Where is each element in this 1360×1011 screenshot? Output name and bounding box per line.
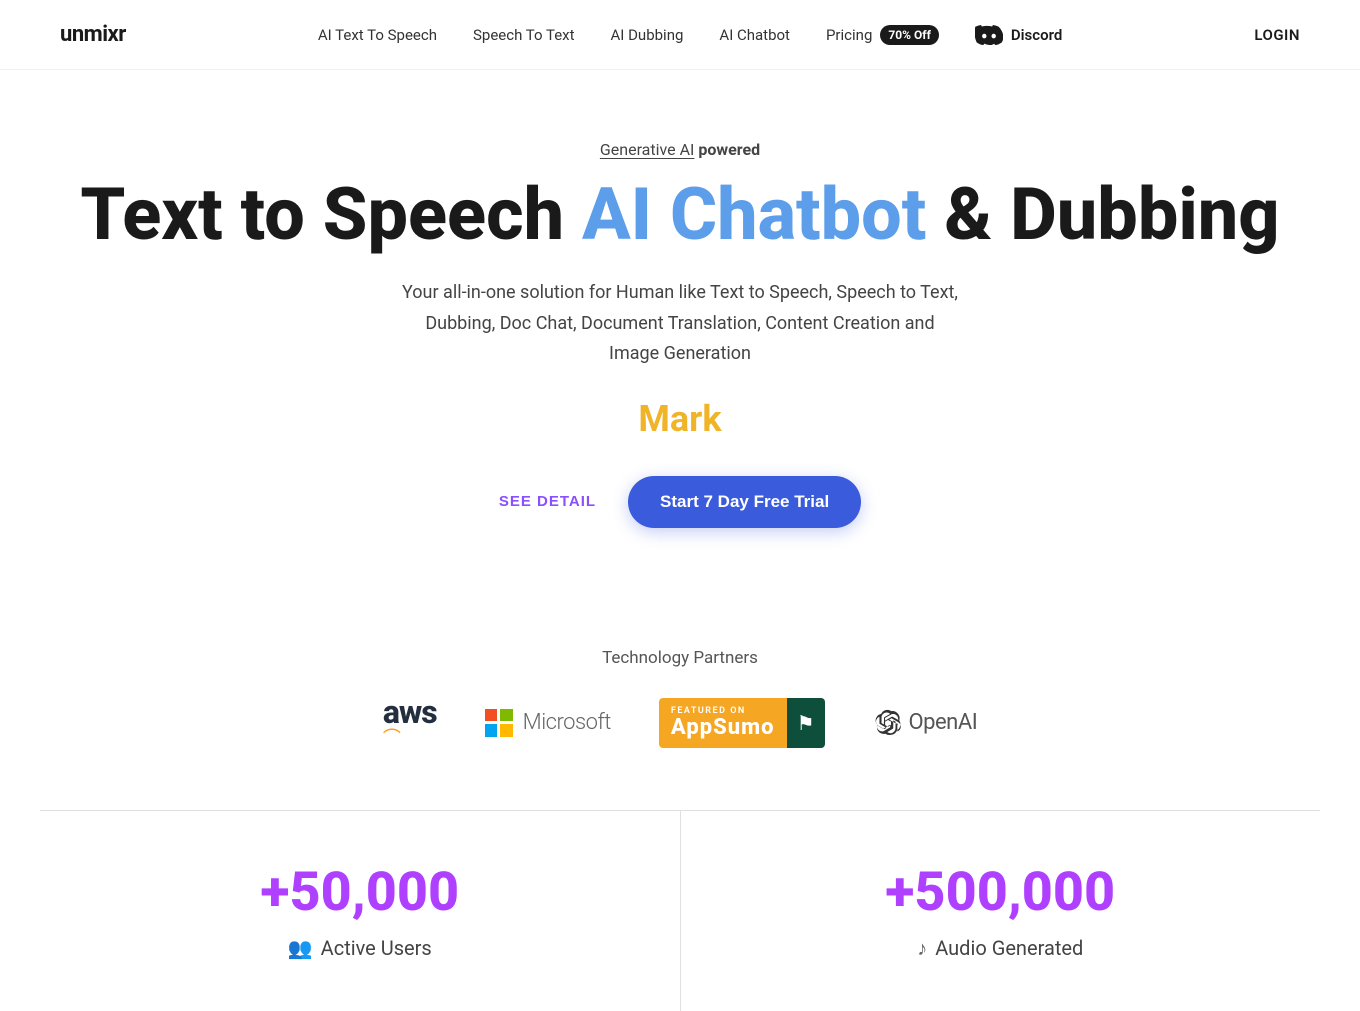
stat-users-number: +50,000 — [260, 861, 459, 924]
nav-pricing[interactable]: Pricing 70% Off — [826, 25, 939, 45]
hero-title: Text to Speech AI Chatbot & Dubbing — [80, 175, 1279, 254]
trial-button[interactable]: Start 7 Day Free Trial — [628, 476, 861, 528]
microsoft-logo: Microsoft — [485, 709, 611, 737]
discord-label: Discord — [1011, 26, 1062, 44]
generative-text: Generative AI — [600, 140, 695, 159]
stats-section: +50,000 👥 Active Users +500,000 ♪ Audio … — [40, 810, 1320, 1011]
brand-name: unmixr — [60, 22, 126, 47]
nav-ai-tts[interactable]: AI Text To Speech — [318, 26, 437, 44]
see-detail-button[interactable]: SEE DETAIL — [499, 493, 596, 510]
discord-icon — [975, 25, 1003, 45]
hero-name: Mark — [638, 398, 721, 440]
nav-stt[interactable]: Speech To Text — [473, 26, 575, 44]
openai-icon — [873, 709, 901, 737]
stat-users-label-row: 👥 Active Users — [288, 936, 432, 960]
header: unmixr AI Text To Speech Speech To Text … — [0, 0, 1360, 70]
partners-section: Technology Partners aws ⌒ Microsoft FEAT… — [0, 648, 1360, 810]
partners-logos: aws ⌒ Microsoft FEATURED ON AppSumo ⚑ — [383, 696, 977, 750]
stat-audio-label-row: ♪ Audio Generated — [917, 936, 1083, 961]
nav-chatbot[interactable]: AI Chatbot — [719, 26, 790, 44]
stat-audio-label: Audio Generated — [935, 936, 1083, 960]
generative-label: Generative AI powered — [600, 140, 760, 159]
nav-dubbing[interactable]: AI Dubbing — [611, 26, 684, 44]
partners-title: Technology Partners — [602, 648, 758, 668]
stat-audio: +500,000 ♪ Audio Generated — [681, 811, 1321, 1011]
microsoft-text: Microsoft — [523, 710, 611, 735]
pricing-label: Pricing — [826, 26, 872, 44]
hero-actions: SEE DETAIL Start 7 Day Free Trial — [499, 476, 861, 528]
appsumo-name: AppSumo — [671, 716, 775, 740]
aws-arrow-icon: ⌒ — [383, 724, 401, 750]
appsumo-logo: FEATURED ON AppSumo ⚑ — [659, 698, 825, 748]
stat-users: +50,000 👥 Active Users — [40, 811, 680, 1011]
nav-discord[interactable]: Discord — [975, 25, 1062, 45]
openai-logo: OpenAI — [873, 709, 978, 737]
hero-section: Generative AI powered Text to Speech AI … — [0, 70, 1360, 648]
microsoft-grid-icon — [485, 709, 513, 737]
users-icon: 👥 — [288, 936, 313, 960]
title-part2: & Dubbing — [926, 172, 1279, 257]
powered-text: powered — [698, 140, 760, 159]
aws-logo: aws ⌒ — [383, 696, 437, 750]
main-nav: AI Text To Speech Speech To Text AI Dubb… — [318, 25, 1062, 45]
stat-audio-number: +500,000 — [885, 861, 1115, 924]
audio-icon: ♪ — [917, 936, 927, 961]
stat-users-label: Active Users — [321, 936, 432, 960]
title-highlight: AI Chatbot — [582, 172, 926, 257]
openai-text: OpenAI — [909, 710, 978, 735]
title-part1: Text to Speech — [80, 172, 582, 257]
pricing-badge: 70% Off — [880, 25, 939, 45]
login-button[interactable]: LOGIN — [1254, 26, 1300, 44]
brand-logo[interactable]: unmixr — [60, 22, 126, 47]
hero-subtitle: Your all-in-one solution for Human like … — [400, 278, 960, 370]
appsumo-flag-icon: ⚑ — [787, 698, 825, 748]
